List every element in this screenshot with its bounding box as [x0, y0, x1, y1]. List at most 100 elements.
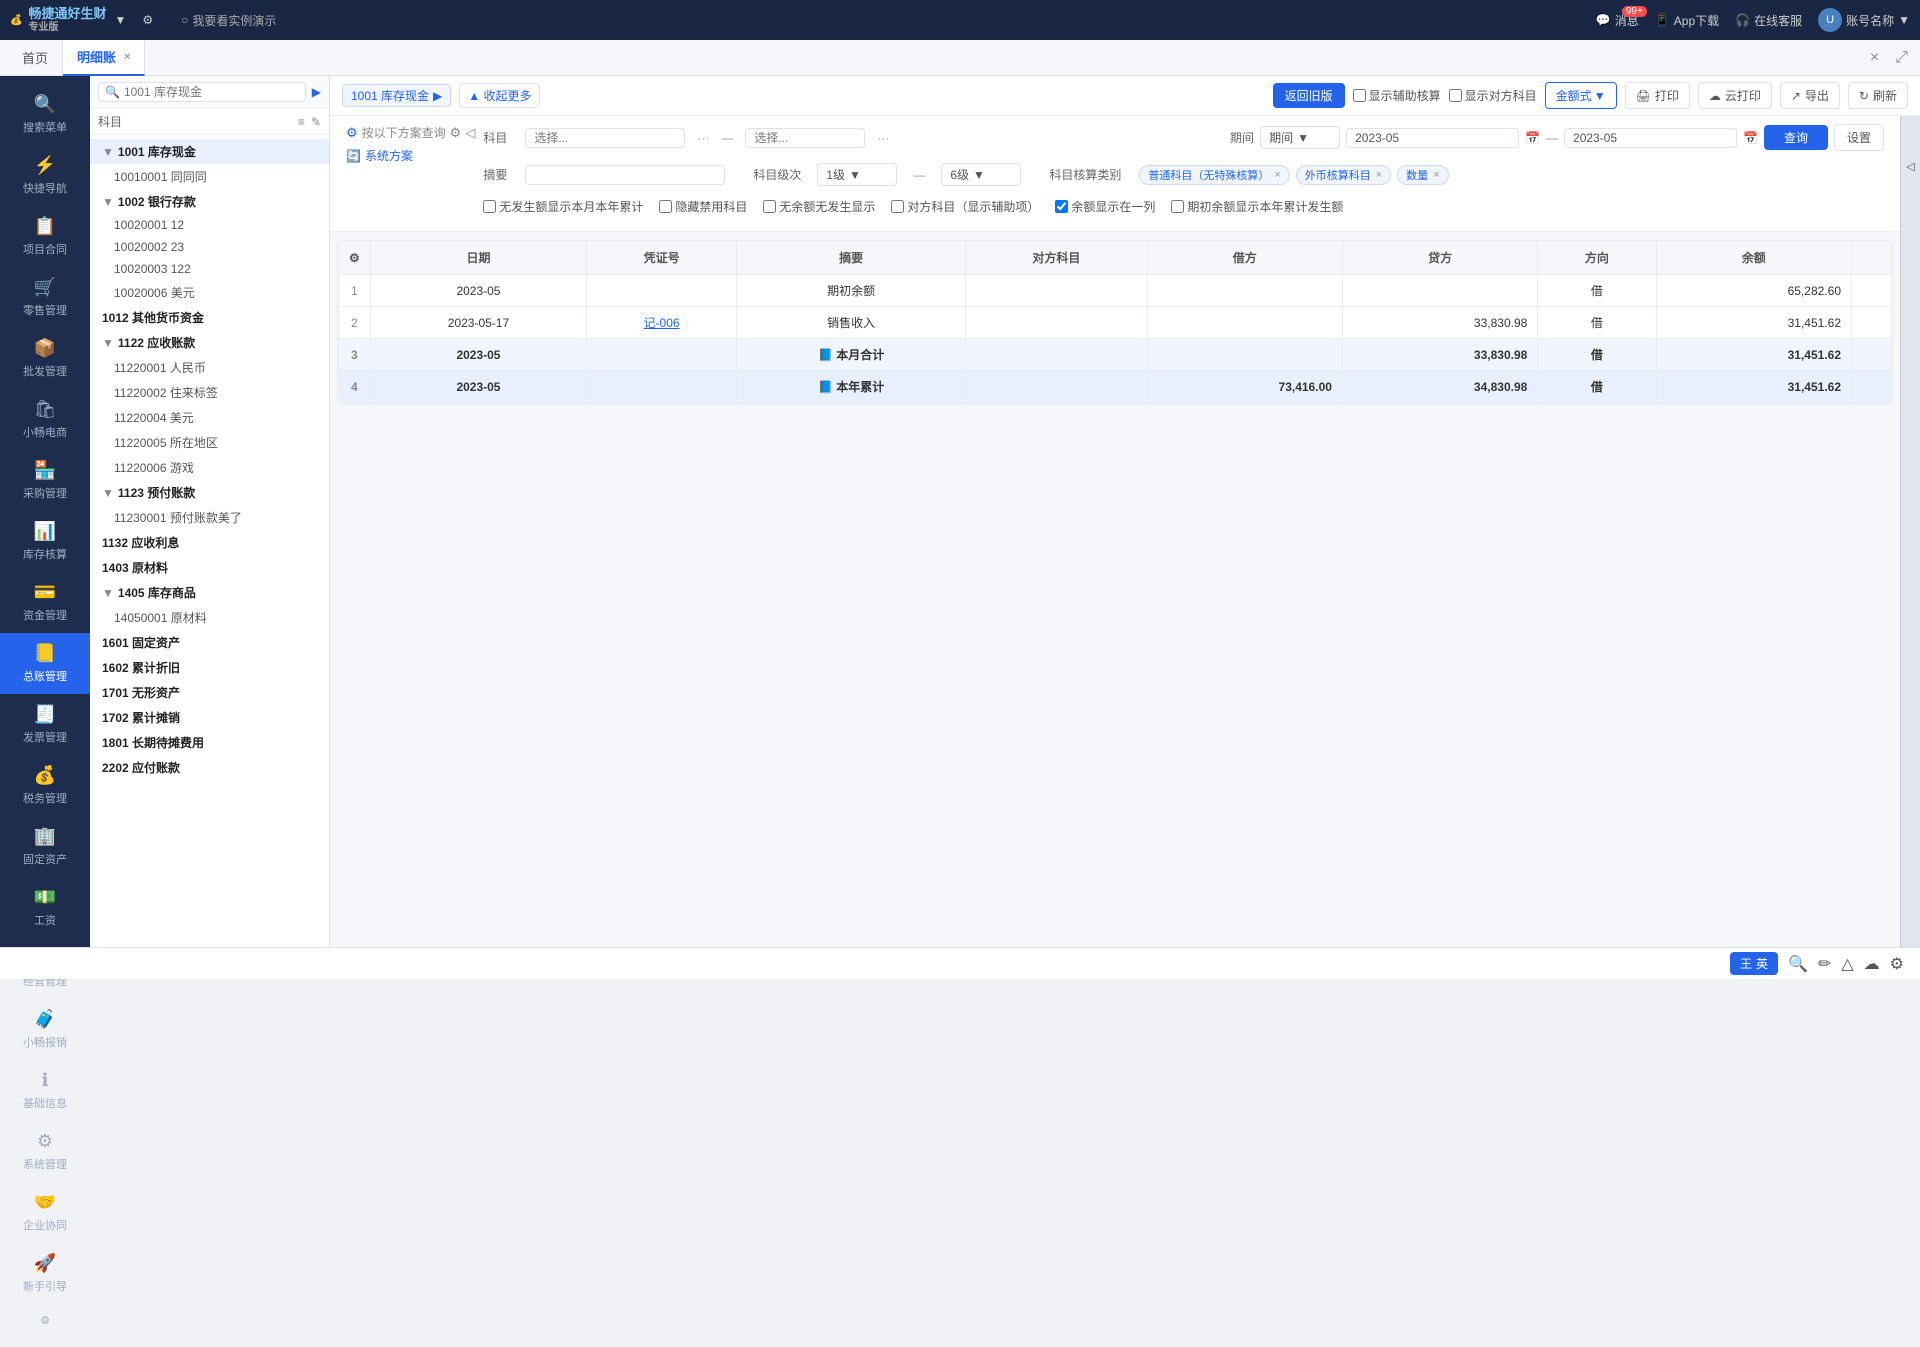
tree-item-1012[interactable]: 1012 其他货币资金	[90, 305, 329, 330]
tab-close-window[interactable]: ×	[1866, 47, 1883, 69]
level-from-select[interactable]: 1级 ▼	[817, 163, 897, 186]
global-edit-icon[interactable]: ✏	[1818, 954, 1831, 974]
tag-common-remove[interactable]: ×	[1274, 169, 1280, 181]
sidebar-item-purchase[interactable]: 🏪 采购管理	[0, 450, 90, 511]
query-btn[interactable]: 查询	[1764, 125, 1828, 150]
tree-item-10020002[interactable]: 10020002 23	[90, 236, 329, 258]
app-download-btn[interactable]: 📱 App下载	[1655, 12, 1719, 29]
show-aux-input[interactable]	[1353, 89, 1366, 102]
voucher-link[interactable]: 记-006	[644, 316, 680, 330]
messages-btn[interactable]: 💬 消息 99+	[1596, 12, 1639, 29]
filter-settings-icon[interactable]: ⚙	[450, 125, 462, 141]
cb-hide-disabled-input[interactable]	[659, 200, 672, 213]
global-cloud2-icon[interactable]: ☁	[1864, 954, 1880, 974]
tree-item-1002[interactable]: ▼1002 银行存款	[90, 189, 329, 214]
tree-item-1801[interactable]: 1801 长期待摊费用	[90, 730, 329, 755]
cb-no-balance-input[interactable]	[483, 200, 496, 213]
cb-show-opposite[interactable]: 对方科目（显示辅助项）	[891, 198, 1039, 215]
tree-item-11220004[interactable]: 11220004 美元	[90, 405, 329, 430]
cb-balance-one-col[interactable]: 余额显示在一列	[1055, 198, 1155, 215]
nav-dropdown[interactable]: ▼	[106, 13, 134, 27]
vert-collapse-btn[interactable]: ◁	[1902, 156, 1919, 177]
tree-item-11230001[interactable]: 11230001 预付账款美了	[90, 505, 329, 530]
tree-item-10010001[interactable]: 10010001 同同同	[90, 164, 329, 189]
tree-item-11220006[interactable]: 11220006 游戏	[90, 455, 329, 480]
period-cal-icon2[interactable]: 📅	[1743, 131, 1758, 145]
sidebar-item-ledger[interactable]: 📒 总账管理	[0, 633, 90, 694]
col-settings[interactable]: ⚙	[339, 241, 371, 275]
tree-item-10020001[interactable]: 10020001 12	[90, 214, 329, 236]
demo-link[interactable]: ○ 我要看实例演示	[181, 12, 276, 29]
subject-from-input[interactable]	[525, 128, 685, 148]
account-nav-next[interactable]: ▶	[312, 85, 321, 99]
cb-no-balance-show[interactable]: 无余额无发生显示	[763, 198, 875, 215]
setting-btn[interactable]: 设置	[1834, 124, 1884, 151]
tree-item-1123[interactable]: ▼1123 预付账款	[90, 480, 329, 505]
export-btn[interactable]: ↗ 导出	[1780, 82, 1840, 109]
sidebar-item-ecom[interactable]: 🛍 小畅电商	[0, 389, 90, 450]
tab-home[interactable]: 首页	[8, 40, 63, 76]
global-settings-icon[interactable]: ⚙	[1890, 954, 1904, 974]
tree-item-1702[interactable]: 1702 累计摊销	[90, 705, 329, 730]
sidebar-item-fixed-assets[interactable]: 🏢 固定资产	[0, 816, 90, 877]
cb-hide-disabled[interactable]: 隐藏禁用科目	[659, 198, 747, 215]
tree-item-14050001[interactable]: 14050001 原材料	[90, 605, 329, 630]
sidebar-item-newbie[interactable]: 🚀 新手引导	[0, 1243, 90, 1304]
tree-item-1132[interactable]: 1132 应收利息	[90, 530, 329, 555]
account-search-input[interactable]	[124, 85, 299, 99]
tab-close-icon[interactable]: ×	[124, 51, 130, 63]
tree-item-11220002[interactable]: 11220002 住来标签	[90, 380, 329, 405]
filter-collapse-icon[interactable]: ◁	[465, 125, 475, 141]
tree-item-10020003[interactable]: 10020003 122	[90, 258, 329, 280]
sidebar-item-basic-info[interactable]: ℹ 基础信息	[0, 1060, 90, 1121]
global-search-icon[interactable]: 🔍	[1788, 954, 1808, 974]
cb-show-opposite-input[interactable]	[891, 200, 904, 213]
tag-foreign-remove[interactable]: ×	[1376, 169, 1382, 181]
summary-input[interactable]	[525, 165, 725, 185]
sidebar-item-salary[interactable]: 💵 工资	[0, 877, 90, 938]
tree-item-11220005[interactable]: 11220005 所在地区	[90, 430, 329, 455]
period-cal-icon[interactable]: 📅	[1525, 131, 1540, 145]
more-btn[interactable]: ▲ 收起更多	[459, 83, 540, 108]
refresh-btn[interactable]: ↻ 刷新	[1848, 82, 1908, 109]
tree-item-1701[interactable]: 1701 无形资产	[90, 680, 329, 705]
sidebar-item-search[interactable]: 🔍 搜索菜单	[0, 84, 90, 145]
online-service-btn[interactable]: 🎧 在线客服	[1735, 12, 1802, 29]
sidebar-item-wholesale[interactable]: 📦 批发管理	[0, 328, 90, 389]
tree-item-1122[interactable]: ▼1122 应收账款	[90, 330, 329, 355]
user-menu[interactable]: U 账号名称 ▼	[1818, 8, 1910, 32]
tab-detail[interactable]: 明细账 ×	[63, 40, 145, 76]
tree-item-1405[interactable]: ▼1405 库存商品	[90, 580, 329, 605]
account-search-box[interactable]: 🔍	[98, 82, 306, 102]
sidebar-item-invoice[interactable]: 🧾 发票管理	[0, 694, 90, 755]
tree-item-1403[interactable]: 1403 原材料	[90, 555, 329, 580]
back-old-version-btn[interactable]: 返回旧版	[1273, 83, 1345, 108]
sidebar-item-enterprise[interactable]: 🤝 企业协同	[0, 1182, 90, 1243]
tab-expand-icon[interactable]: ⤢	[1891, 47, 1912, 69]
sidebar-item-inventory[interactable]: 📊 库存核算	[0, 511, 90, 572]
sidebar-item-fund[interactable]: 💳 资金管理	[0, 572, 90, 633]
lang-switch-btn[interactable]: 王 英	[1730, 952, 1778, 975]
period-start-input[interactable]	[1346, 128, 1519, 148]
tag-quantity[interactable]: 数量 ×	[1397, 165, 1448, 185]
tree-item-1602[interactable]: 1602 累计折旧	[90, 655, 329, 680]
tree-item-11220001[interactable]: 11220001 人民币	[90, 355, 329, 380]
sidebar-item-retail[interactable]: 🛒 零售管理	[0, 267, 90, 328]
level-to-select[interactable]: 6级 ▼	[941, 163, 1021, 186]
amount-format-btn[interactable]: 金额式 ▼	[1545, 82, 1617, 109]
tree-item-2202[interactable]: 2202 应付账款	[90, 755, 329, 780]
show-opposite-checkbox[interactable]: 显示对方科目	[1449, 87, 1537, 104]
period-end-input[interactable]	[1564, 128, 1737, 148]
cloud-print-btn[interactable]: ☁ 云打印	[1698, 82, 1772, 109]
cb-no-balance-show-input[interactable]	[763, 200, 776, 213]
tree-item-1001[interactable]: ▼1001 库存现金	[90, 139, 329, 164]
tag-quantity-remove[interactable]: ×	[1433, 169, 1439, 181]
toolbar-edit-icon[interactable]: ✎	[311, 115, 321, 129]
sidebar-item-project[interactable]: 📋 项目合同	[0, 206, 90, 267]
cb-show-year-begin-input[interactable]	[1171, 200, 1184, 213]
cb-show-year-begin[interactable]: 期初余额显示本年累计发生额	[1171, 198, 1343, 215]
show-opposite-input[interactable]	[1449, 89, 1462, 102]
print-btn[interactable]: 🖨 打印	[1625, 82, 1690, 109]
tag-common[interactable]: 普通科目（无特殊核算） ×	[1139, 165, 1289, 185]
cb-balance-one-col-input[interactable]	[1055, 200, 1068, 213]
